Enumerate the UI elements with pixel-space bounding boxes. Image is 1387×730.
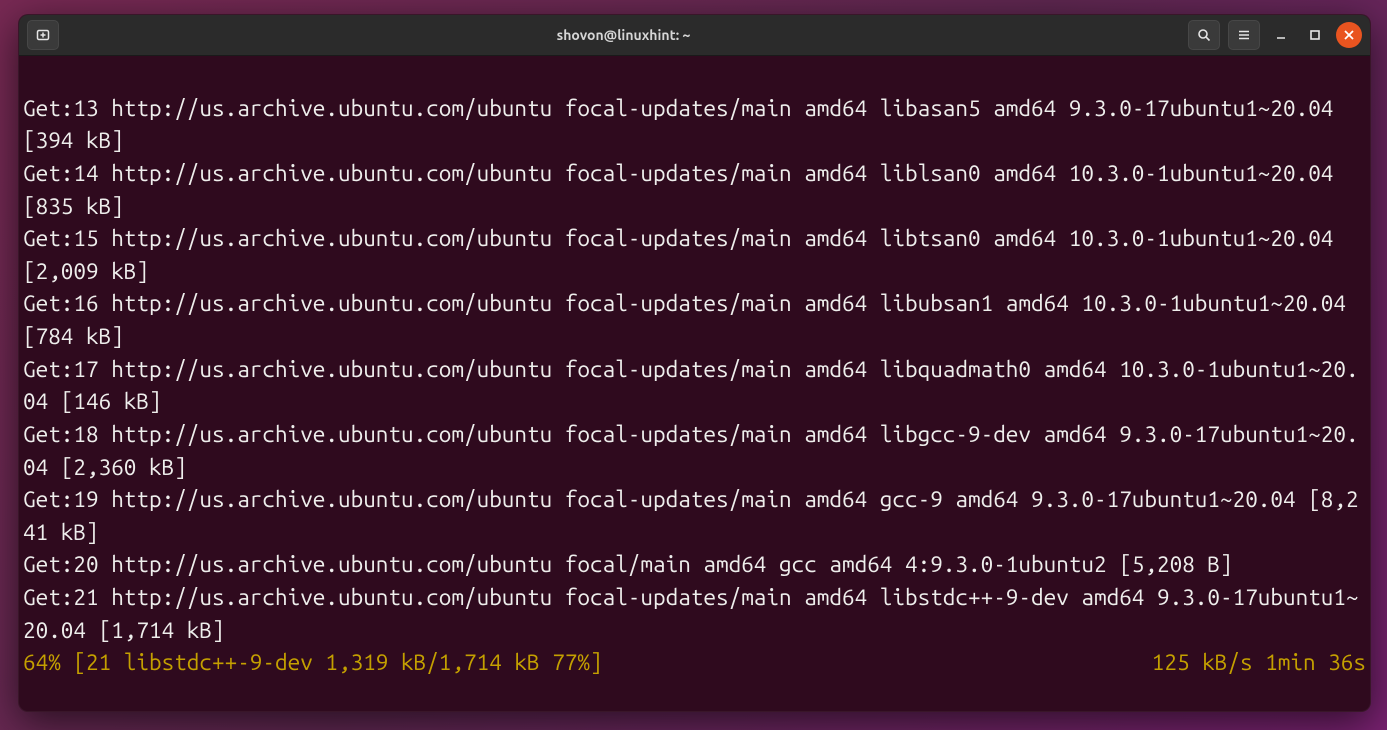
terminal-window: shovon@linuxhint: ~ [18, 14, 1371, 712]
terminal-line: Get:14 http://us.archive.ubuntu.com/ubun… [23, 161, 1346, 219]
search-button[interactable] [1188, 20, 1220, 50]
window-title: shovon@linuxhint: ~ [59, 27, 1188, 43]
terminal-line: Get:21 http://us.archive.ubuntu.com/ubun… [23, 585, 1359, 643]
terminal-line: Get:13 http://us.archive.ubuntu.com/ubun… [23, 96, 1346, 154]
new-tab-button[interactable] [27, 20, 59, 50]
terminal-line: Get:19 http://us.archive.ubuntu.com/ubun… [23, 487, 1359, 545]
download-progress-line: 64% [21 libstdc++-9-dev 1,319 kB/1,714 k… [23, 647, 1366, 680]
terminal-line: Get:16 http://us.archive.ubuntu.com/ubun… [23, 291, 1359, 349]
desktop-background: shovon@linuxhint: ~ [0, 0, 1387, 730]
minimize-button[interactable] [1268, 22, 1294, 48]
terminal-line: Get:15 http://us.archive.ubuntu.com/ubun… [23, 226, 1346, 284]
terminal-line: Get:20 http://us.archive.ubuntu.com/ubun… [23, 552, 1233, 577]
terminal-line: Get:17 http://us.archive.ubuntu.com/ubun… [23, 357, 1359, 415]
progress-speed-eta: 125 kB/s 1min 36s [1152, 647, 1366, 680]
terminal-line: Get:18 http://us.archive.ubuntu.com/ubun… [23, 422, 1359, 480]
terminal-output[interactable]: Get:13 http://us.archive.ubuntu.com/ubun… [19, 56, 1370, 711]
window-titlebar[interactable]: shovon@linuxhint: ~ [19, 15, 1370, 56]
progress-status: 64% [21 libstdc++-9-dev 1,319 kB/1,714 k… [23, 647, 603, 680]
hamburger-menu-button[interactable] [1228, 20, 1260, 50]
maximize-button[interactable] [1302, 22, 1328, 48]
close-button[interactable] [1336, 22, 1362, 48]
